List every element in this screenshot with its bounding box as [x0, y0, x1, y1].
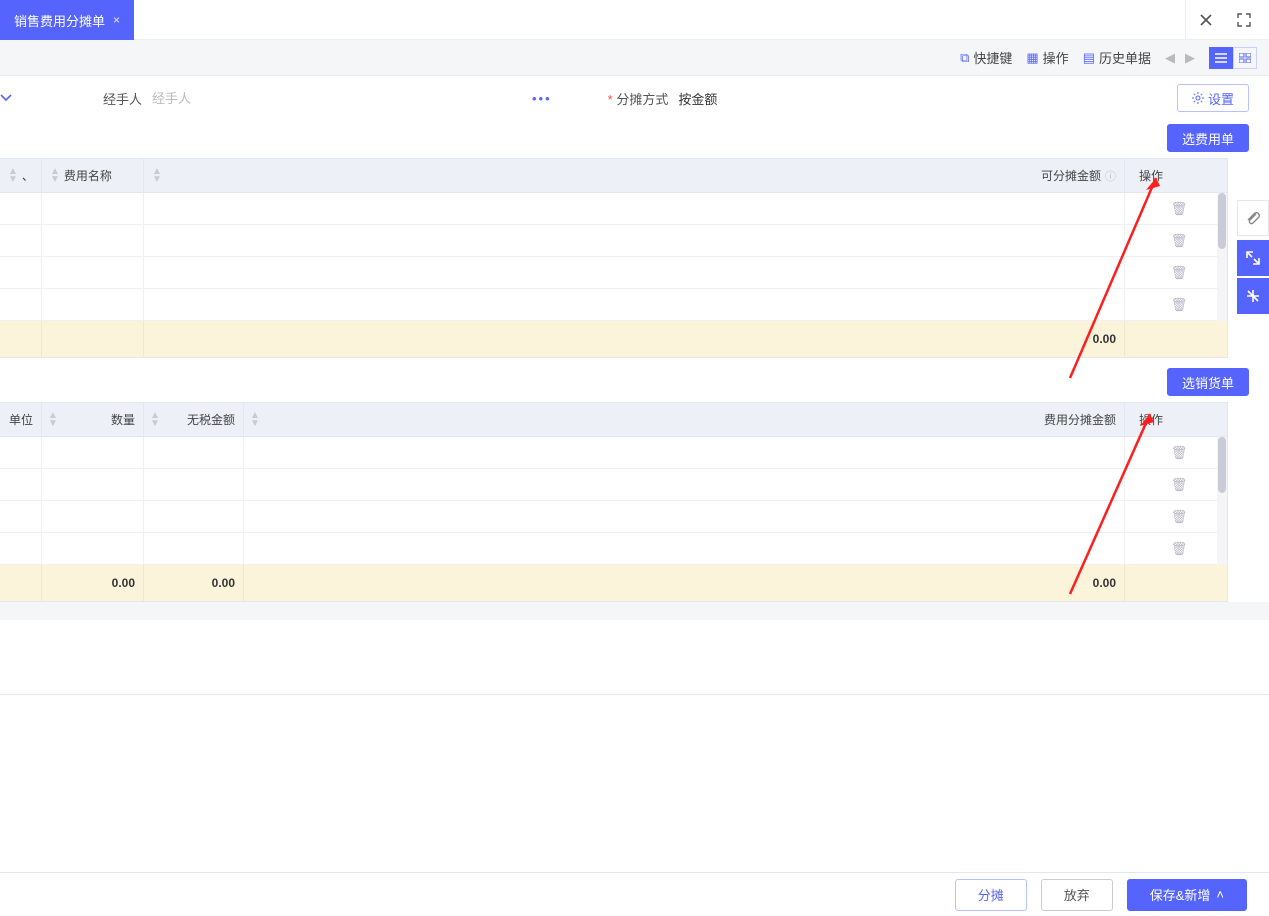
scroll-thumb[interactable] — [1218, 437, 1226, 493]
expand-in-button[interactable] — [1237, 278, 1269, 314]
table-row[interactable]: 🗑 — [0, 289, 1227, 321]
shortcut-label: 快捷键 — [973, 48, 1012, 67]
trash-icon[interactable]: 🗑 — [1171, 233, 1188, 249]
sales-grid-header: 单位 ▲▼ 数量 ▲▼ 无税金额 ▲▼ 费用分摊金额 操作 — [0, 403, 1227, 437]
expand-icon — [1245, 250, 1261, 266]
collapse-icon — [1245, 288, 1261, 304]
table-row[interactable]: 🗑 — [0, 225, 1227, 257]
expand-out-button[interactable] — [1237, 240, 1269, 276]
card-icon — [1239, 53, 1251, 63]
scrollbar[interactable] — [1217, 193, 1227, 321]
tab-title: 销售费用分摊单 — [14, 11, 105, 30]
trash-icon[interactable]: 🗑 — [1171, 509, 1188, 525]
fee-grid-header: ▲▼、 ▲▼费用名称 ▲▼可分摊金额ⓘ 操作 — [0, 159, 1227, 193]
operate-button[interactable]: ▦ 操作 — [1026, 48, 1068, 67]
sum-alloc: 0.00 — [1093, 576, 1116, 590]
clipboard-icon: ⧉ — [960, 50, 969, 66]
pager: ◀ ▶ — [1165, 50, 1195, 66]
list-icon — [1215, 53, 1227, 63]
settings-label: 设置 — [1208, 89, 1234, 108]
grid-icon: ▦ — [1026, 50, 1038, 66]
sort-icon[interactable]: ▲▼ — [152, 168, 162, 184]
side-panel — [1237, 200, 1269, 314]
method-label: 分摊方式 — [608, 89, 669, 108]
scrollbar[interactable] — [1217, 437, 1227, 565]
sales-grid: 单位 ▲▼ 数量 ▲▼ 无税金额 ▲▼ 费用分摊金额 操作 🗑 🗑 🗑 🗑 0.00 … — [0, 402, 1228, 602]
save-new-button[interactable]: 保存&新增 ˄ — [1127, 879, 1247, 911]
view-list-button[interactable] — [1209, 47, 1233, 69]
sort-icon[interactable]: ▲▼ — [250, 412, 260, 428]
col-0: 、 — [22, 167, 34, 184]
col-alloc: 费用分摊金额 — [1044, 411, 1116, 428]
toolbar: ⧉ 快捷键 ▦ 操作 ▤ 历史单据 ◀ ▶ — [0, 40, 1269, 76]
chevron-down-icon — [0, 94, 12, 102]
sort-icon[interactable]: ▲▼ — [48, 412, 58, 428]
select-fee-order-button[interactable]: 选费用单 — [1167, 124, 1249, 152]
fullscreen-button[interactable] — [1229, 0, 1259, 40]
handler-more-icon[interactable]: ••• — [532, 91, 552, 106]
handler-input[interactable] — [152, 91, 532, 106]
col-unit: 单位 — [9, 411, 33, 428]
paperclip-icon — [1245, 210, 1261, 226]
fullscreen-icon — [1237, 13, 1251, 27]
operate-label: 操作 — [1043, 48, 1069, 67]
handler-label: 经手人 — [90, 89, 142, 108]
info-icon[interactable]: ⓘ — [1105, 168, 1116, 184]
table-row[interactable]: 🗑 — [0, 469, 1227, 501]
save-label: 保存&新增 — [1150, 885, 1211, 904]
trash-icon[interactable]: 🗑 — [1171, 445, 1188, 461]
table-row[interactable]: 🗑 — [0, 533, 1227, 565]
caret-left-dropdown[interactable] — [0, 94, 28, 102]
tab-close-icon[interactable]: × — [113, 13, 120, 27]
settings-button[interactable]: 设置 — [1177, 84, 1249, 112]
method-value[interactable]: 按金额 — [678, 89, 1018, 108]
history-button[interactable]: ▤ 历史单据 — [1083, 48, 1151, 67]
view-toggle — [1209, 47, 1257, 69]
table-row[interactable]: 🗑 — [0, 193, 1227, 225]
close-panel-button[interactable] — [1185, 0, 1225, 40]
sum-amount: 0.00 — [1093, 332, 1116, 346]
fee-grid: ▲▼、 ▲▼费用名称 ▲▼可分摊金额ⓘ 操作 🗑 🗑 🗑 🗑 0.00 — [0, 158, 1228, 358]
gear-icon — [1192, 92, 1204, 104]
discard-button[interactable]: 放弃 — [1041, 879, 1113, 911]
sum-qty: 0.00 — [112, 576, 135, 590]
sort-icon[interactable]: ▲▼ — [50, 168, 60, 184]
col-op: 操作 — [1139, 411, 1163, 428]
trash-icon[interactable]: 🗑 — [1171, 201, 1188, 217]
doc-icon: ▤ — [1083, 50, 1095, 66]
shortcut-button[interactable]: ⧉ 快捷键 — [960, 48, 1012, 67]
col-qty: 数量 — [111, 411, 135, 428]
sort-icon[interactable]: ▲▼ — [150, 412, 160, 428]
col-op: 操作 — [1139, 167, 1163, 184]
close-icon — [1199, 13, 1213, 27]
table-row[interactable]: 🗑 — [0, 437, 1227, 469]
attachment-button[interactable] — [1237, 200, 1269, 236]
col-alloc-amount: 可分摊金额 — [1041, 167, 1101, 184]
history-label: 历史单据 — [1099, 48, 1151, 67]
pager-prev-icon[interactable]: ◀ — [1165, 50, 1175, 66]
select-sales-order-button[interactable]: 选销货单 — [1167, 368, 1249, 396]
col-fee-name: 费用名称 — [64, 167, 112, 184]
fee-grid-sum: 0.00 — [0, 321, 1227, 357]
table-row[interactable]: 🗑 — [0, 257, 1227, 289]
form-row: 经手人 ••• 分摊方式 按金额 设置 — [0, 76, 1269, 120]
pager-next-icon[interactable]: ▶ — [1185, 50, 1195, 66]
trash-icon[interactable]: 🗑 — [1171, 541, 1188, 557]
sort-icon[interactable]: ▲▼ — [8, 168, 18, 184]
active-tab[interactable]: 销售费用分摊单 × — [0, 0, 134, 40]
section-gap — [0, 602, 1269, 620]
sales-grid-sum: 0.00 0.00 0.00 — [0, 565, 1227, 601]
table-row[interactable]: 🗑 — [0, 501, 1227, 533]
trash-icon[interactable]: 🗑 — [1171, 297, 1188, 313]
sum-notax: 0.00 — [212, 576, 235, 590]
scroll-thumb[interactable] — [1218, 193, 1226, 249]
col-notax: 无税金额 — [187, 411, 235, 428]
divider — [0, 694, 1269, 695]
trash-icon[interactable]: 🗑 — [1171, 477, 1188, 493]
allocate-button[interactable]: 分摊 — [955, 879, 1027, 911]
chevron-up-icon: ˄ — [1216, 887, 1224, 902]
view-card-button[interactable] — [1233, 47, 1257, 69]
trash-icon[interactable]: 🗑 — [1171, 265, 1188, 281]
footer: 分摊 放弃 保存&新增 ˄ — [0, 872, 1269, 916]
